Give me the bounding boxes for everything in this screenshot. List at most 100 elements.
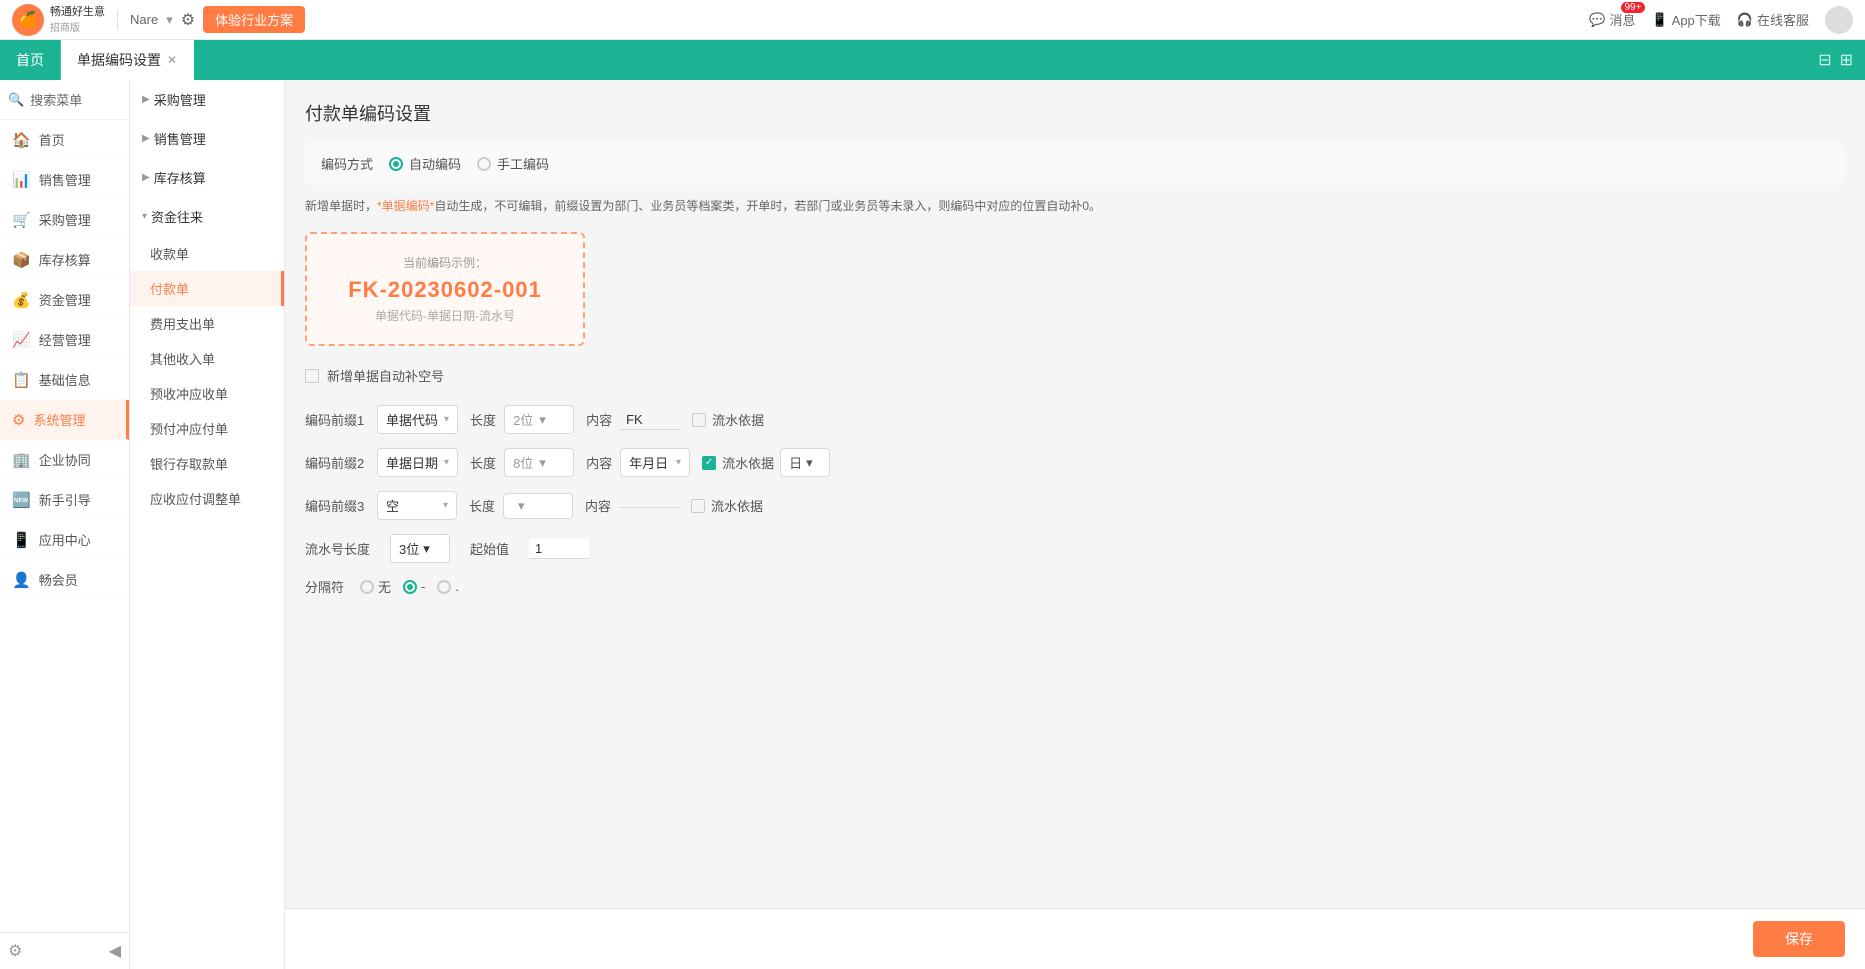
maximize-icon[interactable]: ⊞ xyxy=(1840,50,1853,70)
top-bar: 🍊 畅通好生意 招商版 Nare ▾ ⚙ 体验行业方案 💬 消息 99+ 📱 A… xyxy=(0,0,1865,40)
sub-sidebar: ▶ 采购管理 ▶ 销售管理 ▶ 库存核算 ▾ 资金往来 收款单 付款单 费用支出… xyxy=(130,80,285,969)
separator-options: 无 - . xyxy=(360,577,459,596)
prefix3-content-label: 内容 xyxy=(585,496,611,515)
prefix1-serial-checkbox[interactable] xyxy=(692,413,706,427)
sidebar-item-finance[interactable]: 💰 资金管理 xyxy=(0,280,129,320)
tab-close-icon[interactable]: ✕ xyxy=(167,53,177,67)
prefix3-label: 编码前缀3 xyxy=(305,496,365,515)
prefix2-length-select[interactable]: 8位 ▾ xyxy=(504,448,574,477)
top-bar-left: 🍊 畅通好生意 招商版 Nare ▾ ⚙ 体验行业方案 xyxy=(12,4,305,36)
app-icon: 📱 xyxy=(1651,12,1667,28)
sep-dash[interactable]: - xyxy=(403,579,425,594)
dropdown-icon[interactable]: ▾ xyxy=(166,12,173,28)
preview-sub: 单据代码-单据日期-流水号 xyxy=(337,307,553,324)
arrow-right-icon-3: ▶ xyxy=(142,172,150,183)
sep-none[interactable]: 无 xyxy=(360,577,391,596)
preview-code: FK-20230602-001 xyxy=(337,277,553,303)
sub-item-receivable-adjust[interactable]: 应收应付调整单 xyxy=(130,481,284,516)
prefix2-content-select[interactable]: 年月日 ▾ xyxy=(620,448,690,477)
message-badge: 99+ xyxy=(1621,2,1646,13)
sidebar-item-home[interactable]: 🏠 首页 xyxy=(0,120,129,160)
sidebar-item-basic-info[interactable]: 📋 基础信息 xyxy=(0,360,129,400)
settings-bottom-icon[interactable]: ⚙ xyxy=(8,941,22,961)
auto-fill-checkbox[interactable] xyxy=(305,369,319,383)
sidebar-bottom: ⚙ ◀ xyxy=(0,932,129,969)
sidebar-search[interactable]: 🔍 搜索菜单 xyxy=(0,80,129,120)
minimize-icon[interactable]: ⊟ xyxy=(1818,50,1831,70)
brand-icon: 🍊 xyxy=(12,4,44,36)
sub-item-expense[interactable]: 费用支出单 xyxy=(130,306,284,341)
radio-auto[interactable]: 自动编码 xyxy=(389,154,461,173)
radio-manual[interactable]: 手工编码 xyxy=(477,154,549,173)
sep-none-dot xyxy=(360,580,374,594)
sub-item-bank-deposit[interactable]: 银行存取款单 xyxy=(130,446,284,481)
collapse-icon[interactable]: ◀ xyxy=(109,941,121,961)
prefix1-content-label: 内容 xyxy=(586,410,612,429)
prefix2-day-select[interactable]: 日 ▾ xyxy=(780,448,830,477)
sub-item-prepay-receivable[interactable]: 预收冲应收单 xyxy=(130,376,284,411)
sidebar-item-purchase[interactable]: 🛒 采购管理 xyxy=(0,200,129,240)
sidebar-item-app-center[interactable]: 📱 应用中心 xyxy=(0,520,129,560)
prefix2-serial-check: ✓ 流水依据 日 ▾ xyxy=(702,448,830,477)
sidebar-item-enterprise[interactable]: 🏢 企业协同 xyxy=(0,440,129,480)
prefix1-select[interactable]: 单据代码 ▾ xyxy=(377,405,458,434)
tab-encode-setting[interactable]: 单据编码设置 ✕ xyxy=(61,40,194,80)
sub-group-purchase: ▶ 采购管理 xyxy=(130,80,284,119)
prefix2-serial-checkbox[interactable]: ✓ xyxy=(702,456,716,470)
sub-group-inventory-title[interactable]: ▶ 库存核算 xyxy=(130,158,284,197)
main-layout: 🔍 搜索菜单 🏠 首页 📊 销售管理 🛒 采购管理 📦 库存核算 💰 xyxy=(0,80,1865,969)
caret-icon-4: ▾ xyxy=(539,455,546,471)
sales-icon: 📊 xyxy=(12,171,31,189)
start-value-input[interactable] xyxy=(529,539,589,559)
arrow-right-icon: ▶ xyxy=(142,94,150,105)
app-download-button[interactable]: 📱 App下载 xyxy=(1651,10,1720,29)
sub-item-payment[interactable]: 付款单 xyxy=(130,271,284,306)
sub-group-purchase-title[interactable]: ▶ 采购管理 xyxy=(130,80,284,119)
prefix3-select[interactable]: 空 ▾ xyxy=(377,491,457,520)
arrow-down-icon: ▾ xyxy=(142,211,147,222)
system-icon: ⚙ xyxy=(12,411,25,429)
sidebar-item-system[interactable]: ⚙ 系统管理 xyxy=(0,400,129,440)
message-icon: 💬 xyxy=(1589,12,1605,28)
caret-icon-5: ▾ xyxy=(676,457,681,468)
tab-bar: 首页 单据编码设置 ✕ ⊟ ⊞ xyxy=(0,40,1865,80)
guide-icon: 🆕 xyxy=(12,491,31,509)
sub-group-funds: ▾ 资金往来 收款单 付款单 费用支出单 其他收入单 预收冲应收单 预付冲应付单… xyxy=(130,197,284,516)
brand: 🍊 畅通好生意 招商版 xyxy=(12,4,105,36)
purchase-icon: 🛒 xyxy=(12,211,31,229)
prefix3-length-box: 长度 ▾ xyxy=(469,493,573,519)
sidebar-item-operations[interactable]: 📈 经营管理 xyxy=(0,320,129,360)
content-inner: 付款单编码设置 编码方式 自动编码 手工编码 新增单据时，*单据编码* xyxy=(285,80,1865,908)
sub-group-sales-title[interactable]: ▶ 销售管理 xyxy=(130,119,284,158)
sidebar-item-member[interactable]: 👤 畅会员 xyxy=(0,560,129,600)
prefix2-select[interactable]: 单据日期 ▾ xyxy=(377,448,458,477)
sidebar-item-guide[interactable]: 🆕 新手引导 xyxy=(0,480,129,520)
sub-item-other-income[interactable]: 其他收入单 xyxy=(130,341,284,376)
message-button[interactable]: 💬 消息 99+ xyxy=(1589,10,1635,29)
finance-icon: 💰 xyxy=(12,291,31,309)
caret-icon-7: ▾ xyxy=(443,500,448,511)
sub-item-receipt[interactable]: 收款单 xyxy=(130,236,284,271)
caret-icon: ▾ xyxy=(444,414,449,425)
prefix3-length-select[interactable]: ▾ xyxy=(503,493,573,519)
prefix1-content-value: FK xyxy=(620,410,680,430)
tab-home[interactable]: 首页 xyxy=(0,40,61,80)
sidebar-item-sales[interactable]: 📊 销售管理 xyxy=(0,160,129,200)
sub-group-funds-title[interactable]: ▾ 资金往来 xyxy=(130,197,284,236)
save-button[interactable]: 保存 xyxy=(1753,921,1845,957)
preview-box: 当前编码示例： FK-20230602-001 单据代码-单据日期-流水号 xyxy=(305,232,585,346)
sep-dot[interactable]: . xyxy=(437,579,459,594)
app-center-icon: 📱 xyxy=(12,531,31,549)
prefix1-serial-check: 流水依据 xyxy=(692,410,764,429)
avatar[interactable] xyxy=(1825,6,1853,34)
prefix1-length-select[interactable]: 2位 ▾ xyxy=(504,405,574,434)
serial-length-select[interactable]: 3位 ▾ xyxy=(390,534,450,563)
trial-button[interactable]: 体验行业方案 xyxy=(203,6,305,33)
caret-icon-6: ▾ xyxy=(806,455,813,471)
sub-item-prepay-payable[interactable]: 预付冲应付单 xyxy=(130,411,284,446)
settings-icon[interactable]: ⚙ xyxy=(181,10,195,30)
online-service-button[interactable]: 🎧 在线客服 xyxy=(1737,10,1809,29)
sidebar-item-inventory[interactable]: 📦 库存核算 xyxy=(0,240,129,280)
prefix3-serial-checkbox[interactable] xyxy=(691,499,705,513)
config-row-prefix1: 编码前缀1 单据代码 ▾ 长度 2位 ▾ 内容 FK xyxy=(305,405,1845,434)
